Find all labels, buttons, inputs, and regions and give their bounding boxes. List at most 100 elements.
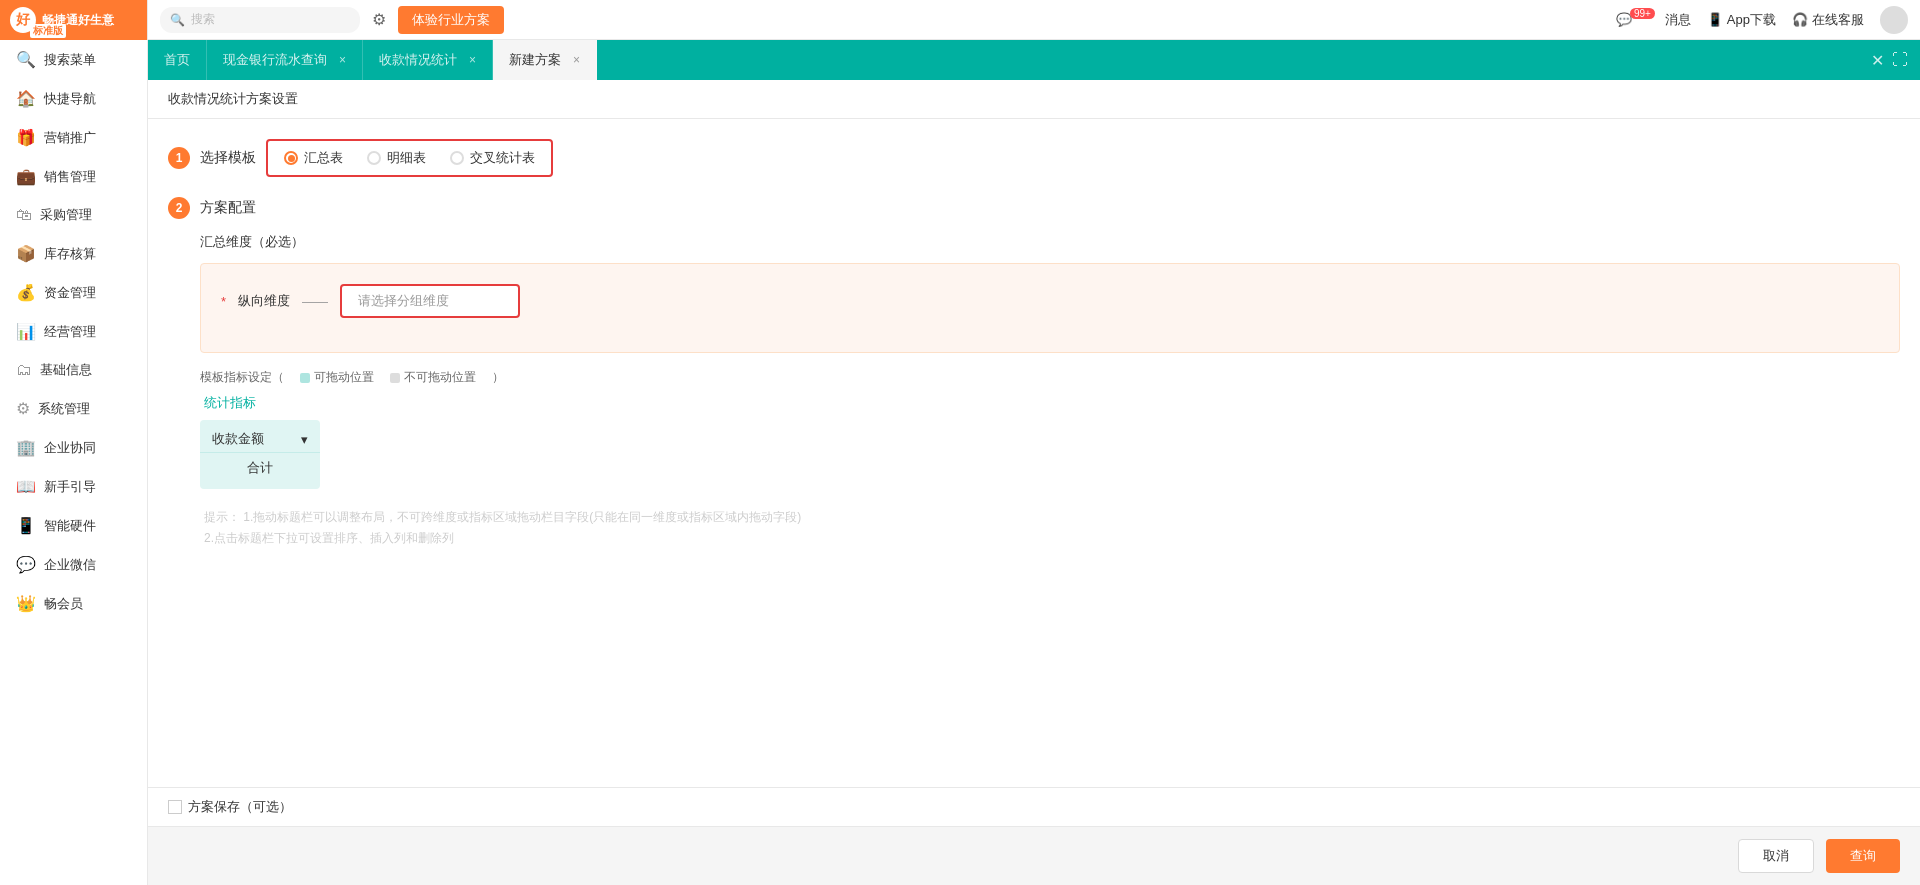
main-area: 🔍 搜索 ⚙ 体验行业方案 💬 99+ 消息 📱 App下载 🎧 在线客服 首页: [148, 0, 1920, 885]
step1-badge: 1: [168, 147, 190, 169]
radio-detail[interactable]: 明细表: [367, 149, 426, 167]
sidebar-item-label: 经营管理: [44, 323, 96, 341]
sidebar-item-inventory[interactable]: 📦 库存核算: [0, 234, 147, 273]
settings-icon[interactable]: ⚙: [372, 10, 386, 29]
sidebar-item-enterprise[interactable]: 🏢 企业协同: [0, 428, 147, 467]
metrics-card-header[interactable]: 收款金额 ▾: [200, 426, 320, 453]
sidebar-item-label: 快捷导航: [44, 90, 96, 108]
marketing-icon: 🎁: [16, 128, 36, 147]
tab-new-plan[interactable]: 新建方案 ×: [493, 40, 597, 80]
radio-summary-circle: [284, 151, 298, 165]
notification-item[interactable]: 💬 99+ 消息: [1616, 11, 1691, 29]
tab-cash-flow-close[interactable]: ×: [339, 53, 346, 67]
window-expand-icon[interactable]: ⛶: [1892, 51, 1908, 69]
sidebar-item-hardware[interactable]: 📱 智能硬件: [0, 506, 147, 545]
page-body: 1 选择模板 汇总表 明细表 交叉统计表: [148, 119, 1920, 787]
radio-cross[interactable]: 交叉统计表: [450, 149, 535, 167]
window-close-icon[interactable]: ✕: [1871, 51, 1884, 70]
sales-icon: 💼: [16, 167, 36, 186]
industry-plan-button[interactable]: 体验行业方案: [398, 6, 504, 34]
tab-home[interactable]: 首页: [148, 40, 207, 80]
step1-header: 1 选择模板 汇总表 明细表 交叉统计表: [168, 139, 1900, 177]
cancel-button[interactable]: 取消: [1738, 839, 1814, 873]
search-menu-icon: 🔍: [16, 50, 36, 69]
purchase-icon: 🛍: [16, 206, 32, 224]
sidebar-item-basic-info[interactable]: 🗂 基础信息: [0, 351, 147, 389]
avatar[interactable]: [1880, 6, 1908, 34]
online-service-item[interactable]: 🎧 在线客服: [1792, 11, 1864, 29]
content-footer: 方案保存（可选）: [148, 787, 1920, 826]
sidebar-item-search-menu[interactable]: 🔍 搜索菜单: [0, 40, 147, 79]
metrics-category-label: 统计指标: [200, 394, 1900, 412]
guide-icon: 📖: [16, 477, 36, 496]
dimension-section-title: 汇总维度（必选）: [200, 233, 1900, 251]
finance-icon: 💰: [16, 283, 36, 302]
quick-nav-icon: 🏠: [16, 89, 36, 108]
search-placeholder-text: 搜索: [191, 11, 215, 28]
tab-collection-stats[interactable]: 收款情况统计 ×: [363, 40, 493, 80]
metrics-label-row: 模板指标设定（ 可拖动位置 不可拖动位置 ）: [200, 369, 1900, 386]
app-download-icon: 📱: [1707, 12, 1723, 27]
metrics-config-label: 模板指标设定（: [200, 369, 284, 386]
template-radio-group: 汇总表 明细表 交叉统计表: [266, 139, 553, 177]
arrow-icon: ——: [302, 294, 328, 309]
save-checkbox[interactable]: [168, 800, 182, 814]
member-icon: 👑: [16, 594, 36, 613]
required-mark: *: [221, 294, 226, 309]
sidebar-item-member[interactable]: 👑 畅会员: [0, 584, 147, 623]
save-checkbox-text: 方案保存（可选）: [188, 798, 292, 816]
tab-cash-flow[interactable]: 现金银行流水查询 ×: [207, 40, 363, 80]
step1-title: 选择模板: [200, 149, 256, 167]
draggable-indicator: 可拖动位置: [300, 369, 374, 386]
dimension-placeholder: 请选择分组维度: [358, 293, 449, 308]
query-button[interactable]: 查询: [1826, 839, 1900, 873]
breadcrumb: 收款情况统计方案设置: [148, 80, 1920, 119]
non-draggable-label: 不可拖动位置: [404, 369, 476, 386]
operations-icon: 📊: [16, 322, 36, 341]
online-service-label: 在线客服: [1812, 11, 1864, 29]
radio-detail-circle: [367, 151, 381, 165]
sidebar-item-marketing[interactable]: 🎁 营销推广: [0, 118, 147, 157]
sidebar-item-guide[interactable]: 📖 新手引导: [0, 467, 147, 506]
sidebar: 好 畅捷通好生意 标准版 🔍 搜索菜单 🏠 快捷导航 🎁 营销推广 💼 销售管理…: [0, 0, 148, 885]
sidebar-item-label: 销售管理: [44, 168, 96, 186]
tab-new-plan-close[interactable]: ×: [573, 53, 580, 67]
save-checkbox-label[interactable]: 方案保存（可选）: [168, 798, 292, 816]
sidebar-item-sales[interactable]: 💼 销售管理: [0, 157, 147, 196]
step1-section: 1 选择模板 汇总表 明细表 交叉统计表: [168, 139, 1900, 177]
sidebar-item-operations[interactable]: 📊 经营管理: [0, 312, 147, 351]
sidebar-item-purchase[interactable]: 🛍 采购管理: [0, 196, 147, 234]
non-draggable-indicator: 不可拖动位置: [390, 369, 476, 386]
search-bar[interactable]: 🔍 搜索: [160, 7, 360, 33]
sidebar-item-wechat[interactable]: 💬 企业微信: [0, 545, 147, 584]
dimension-select[interactable]: 请选择分组维度: [340, 284, 520, 318]
radio-summary[interactable]: 汇总表: [284, 149, 343, 167]
app-download-item[interactable]: 📱 App下载: [1707, 11, 1776, 29]
step2-header: 2 方案配置: [168, 197, 1900, 219]
sidebar-item-label: 企业协同: [44, 439, 96, 457]
metrics-card-row-total: 合计: [200, 453, 320, 483]
sidebar-logo: 好 畅捷通好生意 标准版: [0, 0, 147, 40]
metrics-card-chevron[interactable]: ▾: [301, 432, 308, 447]
tab-collection-stats-close[interactable]: ×: [469, 53, 476, 67]
notification-label: 消息: [1665, 11, 1691, 29]
vertical-dimension-row: * 纵向维度 —— 请选择分组维度: [221, 284, 1879, 318]
notification-badge: 99+: [1630, 8, 1655, 19]
sidebar-item-label: 搜索菜单: [44, 51, 96, 69]
wechat-icon: 💬: [16, 555, 36, 574]
sidebar-item-label: 智能硬件: [44, 517, 96, 535]
sidebar-item-quick-nav[interactable]: 🏠 快捷导航: [0, 79, 147, 118]
hint-1: 提示： 1.拖动标题栏可以调整布局，不可跨维度或指标区域拖动栏目字段(只能在同一…: [204, 509, 1896, 526]
sidebar-item-system[interactable]: ⚙ 系统管理: [0, 389, 147, 428]
system-icon: ⚙: [16, 399, 30, 418]
tab-cash-flow-label: 现金银行流水查询: [223, 51, 327, 69]
bottom-action-bar: 取消 查询: [148, 826, 1920, 885]
sidebar-item-finance[interactable]: 💰 资金管理: [0, 273, 147, 312]
sidebar-item-label: 新手引导: [44, 478, 96, 496]
sidebar-item-label: 库存核算: [44, 245, 96, 263]
metrics-section: 模板指标设定（ 可拖动位置 不可拖动位置 ）: [200, 369, 1900, 489]
top-header-right: 💬 99+ 消息 📱 App下载 🎧 在线客服: [1616, 6, 1908, 34]
logo-badge: 标准版: [30, 24, 66, 38]
sidebar-item-label: 畅会员: [44, 595, 83, 613]
metrics-card-title: 收款金额: [212, 430, 264, 448]
